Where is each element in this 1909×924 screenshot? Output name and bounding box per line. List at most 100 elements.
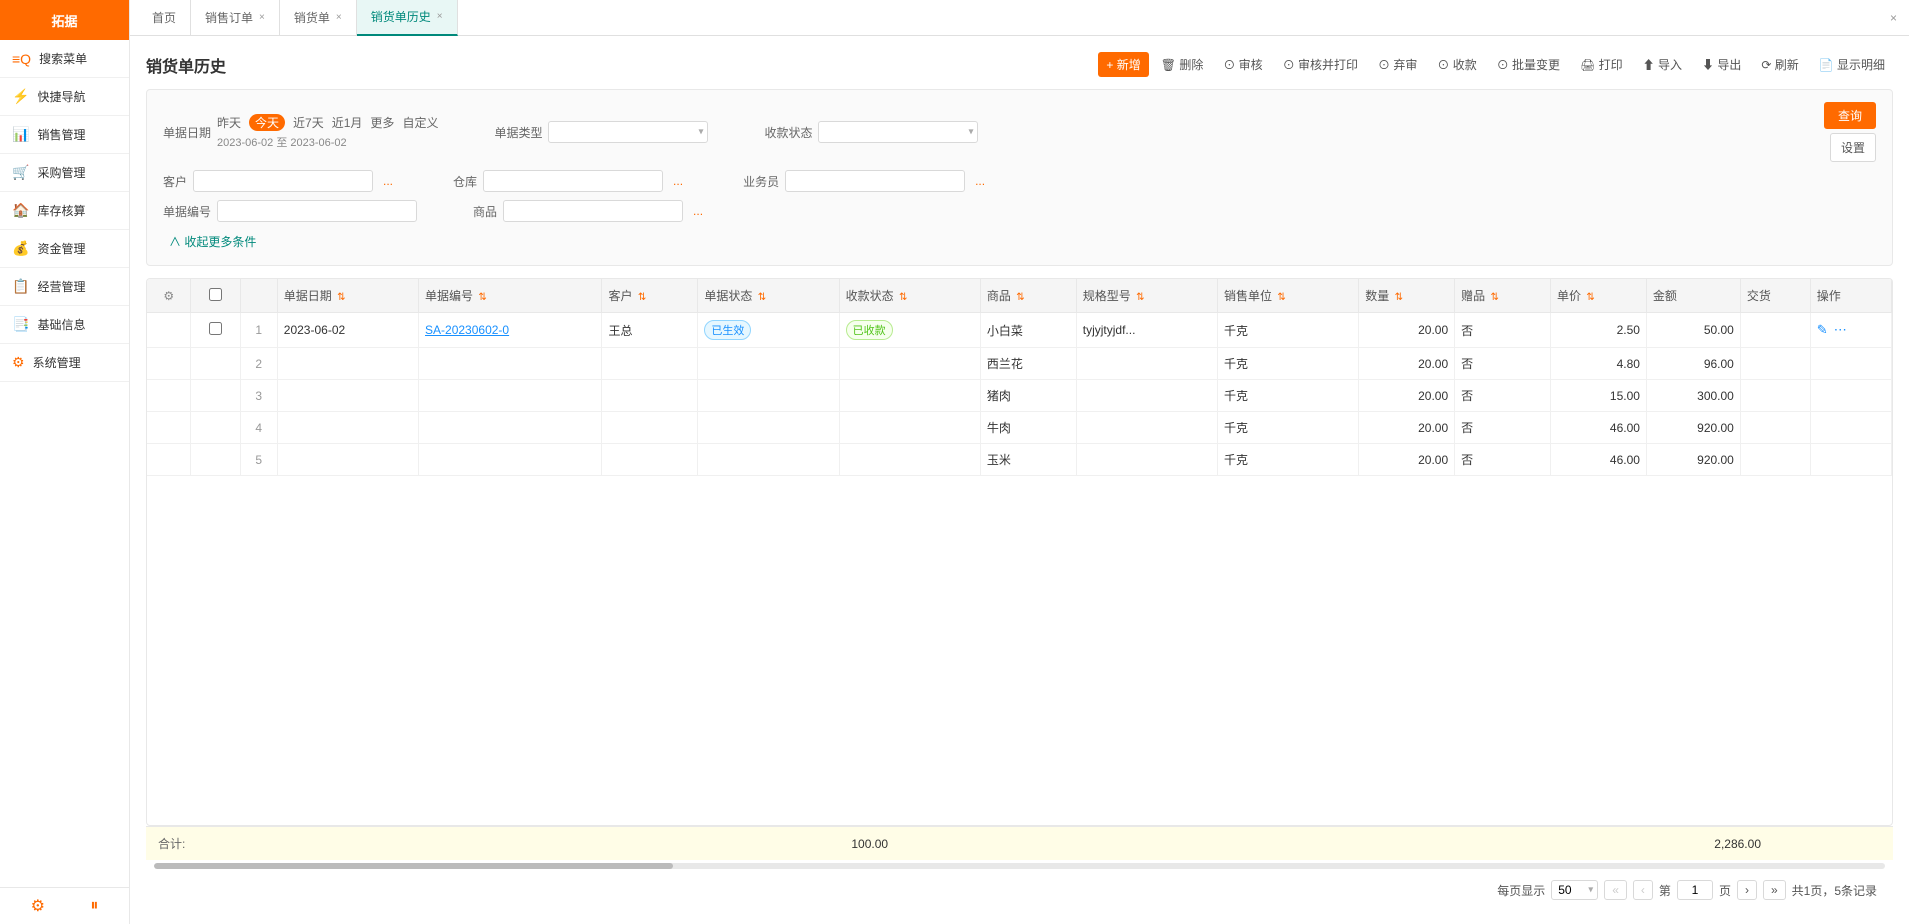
table-row: 1 2023-06-02 SA-20230602-0 王总 已生效 已收款 小白… — [147, 313, 1892, 348]
row1-action-icons: ✎ ⋯ — [1817, 322, 1885, 338]
sidebar-item-sys-mgmt[interactable]: ⚙ 系统管理 — [0, 344, 129, 382]
date-col-header[interactable]: 单据日期 ⇅ — [277, 279, 418, 313]
goods-input[interactable] — [503, 200, 683, 222]
sidebar-item-ops-mgmt[interactable]: 📋 经营管理 — [0, 268, 129, 306]
sidebar-item-finance-mgmt[interactable]: 💰 资金管理 — [0, 230, 129, 268]
page-label: 第 — [1659, 882, 1671, 899]
row1-checkbox[interactable] — [209, 322, 222, 335]
gift-col-header[interactable]: 赠品 ⇅ — [1455, 279, 1551, 313]
salesperson-input[interactable] — [785, 170, 965, 192]
tab-sales-history[interactable]: 销货单历史 × — [357, 0, 458, 36]
next-page-button[interactable]: › — [1737, 880, 1757, 900]
yesterday-shortcut[interactable]: 昨天 — [217, 114, 241, 131]
row1-date: 2023-06-02 — [277, 313, 418, 348]
tab-sales-order[interactable]: 销售订单 × — [191, 0, 280, 36]
last7days-shortcut[interactable]: 近7天 — [293, 114, 324, 131]
row1-edit-icon[interactable]: ✎ — [1817, 322, 1828, 338]
today-shortcut[interactable]: 今天 — [249, 114, 285, 131]
table-row: 2 西兰花 千克 20.00 否 4.80 96.00 — [147, 348, 1892, 380]
audit-print-button[interactable]: ⊙ 审核并打印 — [1275, 52, 1366, 77]
select-all-checkbox[interactable] — [209, 288, 222, 301]
salesperson-label: 业务员 — [743, 173, 779, 190]
show-detail-button[interactable]: 📄 显示明细 — [1811, 52, 1893, 77]
main-area: 首页 销售订单 × 销货单 × 销货单历史 × × 销货单历史 + 新增 🗑 删… — [130, 0, 1909, 924]
salesperson-ellipsis-button[interactable]: ... — [971, 174, 989, 188]
row3-qty: 20.00 — [1359, 380, 1455, 412]
row2-checkbox-cell — [191, 348, 240, 380]
sidebar-item-sales-mgmt[interactable]: 📊 销售管理 — [0, 116, 129, 154]
new-button[interactable]: + 新增 — [1098, 52, 1148, 77]
sidebar-item-inventory[interactable]: 🏠 库存核算 — [0, 192, 129, 230]
collect-button[interactable]: ⊙ 收款 — [1429, 52, 1484, 77]
custom-date-shortcut[interactable]: 自定义 — [402, 114, 438, 131]
print-button[interactable]: 🖨 打印 — [1572, 52, 1631, 77]
customer-input[interactable] — [193, 170, 373, 192]
customer-col-header[interactable]: 客户 ⇅ — [602, 279, 698, 313]
row5-date — [277, 444, 418, 476]
sys-mgmt-icon: ⚙ — [12, 354, 25, 371]
first-page-button[interactable]: « — [1604, 880, 1627, 900]
row4-customer — [602, 412, 698, 444]
close-sales-order-tab-icon[interactable]: × — [259, 12, 265, 23]
more-date-shortcut[interactable]: 更多 — [370, 114, 394, 131]
unit-sort-icon: ⇅ — [1277, 292, 1285, 303]
search-menu-icon: ≡Q — [12, 51, 31, 67]
close-sales-history-tab-icon[interactable]: × — [437, 11, 443, 22]
row1-payment-status-badge: 已收款 — [846, 320, 893, 340]
table-row: 5 玉米 千克 20.00 否 46.00 920.00 — [147, 444, 1892, 476]
last1month-shortcut[interactable]: 近1月 — [332, 114, 363, 131]
close-all-tabs-button[interactable]: × — [1886, 7, 1901, 29]
row3-docno — [419, 380, 602, 412]
refresh-button[interactable]: ⟳ 刷新 — [1753, 52, 1806, 77]
doc-type-select[interactable] — [548, 121, 708, 143]
qty-col-header[interactable]: 数量 ⇅ — [1359, 279, 1455, 313]
query-button[interactable]: 查询 — [1824, 102, 1876, 129]
tab-sales-delivery[interactable]: 销货单 × — [280, 0, 357, 36]
close-sales-delivery-tab-icon[interactable]: × — [336, 12, 342, 23]
sidebar-item-label: 库存核算 — [37, 202, 85, 219]
horizontal-scrollbar[interactable] — [154, 863, 1885, 869]
prev-page-button[interactable]: ‹ — [1633, 880, 1653, 900]
settings-col-header[interactable]: ⚙ — [147, 279, 191, 313]
import-button[interactable]: ⬆ 导入 — [1635, 52, 1690, 77]
unit-col-header[interactable]: 销售单位 ⇅ — [1218, 279, 1359, 313]
row1-checkbox-cell — [191, 313, 240, 348]
row3-price: 15.00 — [1551, 380, 1647, 412]
doc-no-input[interactable] — [217, 200, 417, 222]
row1-more-icon[interactable]: ⋯ — [1834, 322, 1847, 338]
sidebar-item-basic-info[interactable]: 📑 基础信息 — [0, 306, 129, 344]
warehouse-label: 仓库 — [453, 173, 477, 190]
spec-col-header[interactable]: 规格型号 ⇅ — [1076, 279, 1217, 313]
goods-col-header[interactable]: 商品 ⇅ — [980, 279, 1076, 313]
discard-button[interactable]: ⊙ 弃审 — [1370, 52, 1425, 77]
page-number-input[interactable] — [1677, 880, 1713, 900]
sidebar-logo: 拓据 — [0, 0, 129, 40]
settings-icon[interactable]: ⚙ — [31, 896, 45, 916]
table-row: 4 牛肉 千克 20.00 否 46.00 920.00 — [147, 412, 1892, 444]
page-size-select[interactable]: 20 50 100 — [1551, 880, 1598, 900]
set-button[interactable]: 设置 — [1830, 133, 1876, 162]
delete-button[interactable]: 🗑 删除 — [1153, 52, 1212, 77]
sidebar-item-quick-nav[interactable]: ⚡ 快捷导航 — [0, 78, 129, 116]
customer-ellipsis-button[interactable]: ... — [379, 174, 397, 188]
tab-home[interactable]: 首页 — [138, 0, 191, 36]
audit-button[interactable]: ⊙ 审核 — [1215, 52, 1270, 77]
doc-status-col-header[interactable]: 单据状态 ⇅ — [698, 279, 839, 313]
batch-change-button[interactable]: ⊙ 批量变更 — [1489, 52, 1568, 77]
sidebar-item-purchase-mgmt[interactable]: 🛒 采购管理 — [0, 154, 129, 192]
goods-ellipsis-button[interactable]: ... — [689, 204, 707, 218]
docno-col-header[interactable]: 单据编号 ⇅ — [419, 279, 602, 313]
sidebar-item-search-menu[interactable]: ≡Q 搜索菜单 — [0, 40, 129, 78]
price-col-header[interactable]: 单价 ⇅ — [1551, 279, 1647, 313]
payment-status-col-header[interactable]: 收款状态 ⇅ — [839, 279, 980, 313]
row4-doc-status — [698, 412, 839, 444]
row1-spec: tyjyjtyjdf... — [1076, 313, 1217, 348]
last-page-button[interactable]: » — [1763, 880, 1786, 900]
payment-status-select[interactable] — [818, 121, 978, 143]
export-button[interactable]: ⬇ 导出 — [1694, 52, 1749, 77]
row1-docno-link[interactable]: SA-20230602-0 — [425, 323, 509, 337]
collapse-filter-button[interactable]: ∧ 收起更多条件 — [163, 230, 1876, 253]
warehouse-ellipsis-button[interactable]: ... — [669, 174, 687, 188]
warehouse-input[interactable] — [483, 170, 663, 192]
pause-icon[interactable]: ⏸ — [90, 897, 98, 915]
